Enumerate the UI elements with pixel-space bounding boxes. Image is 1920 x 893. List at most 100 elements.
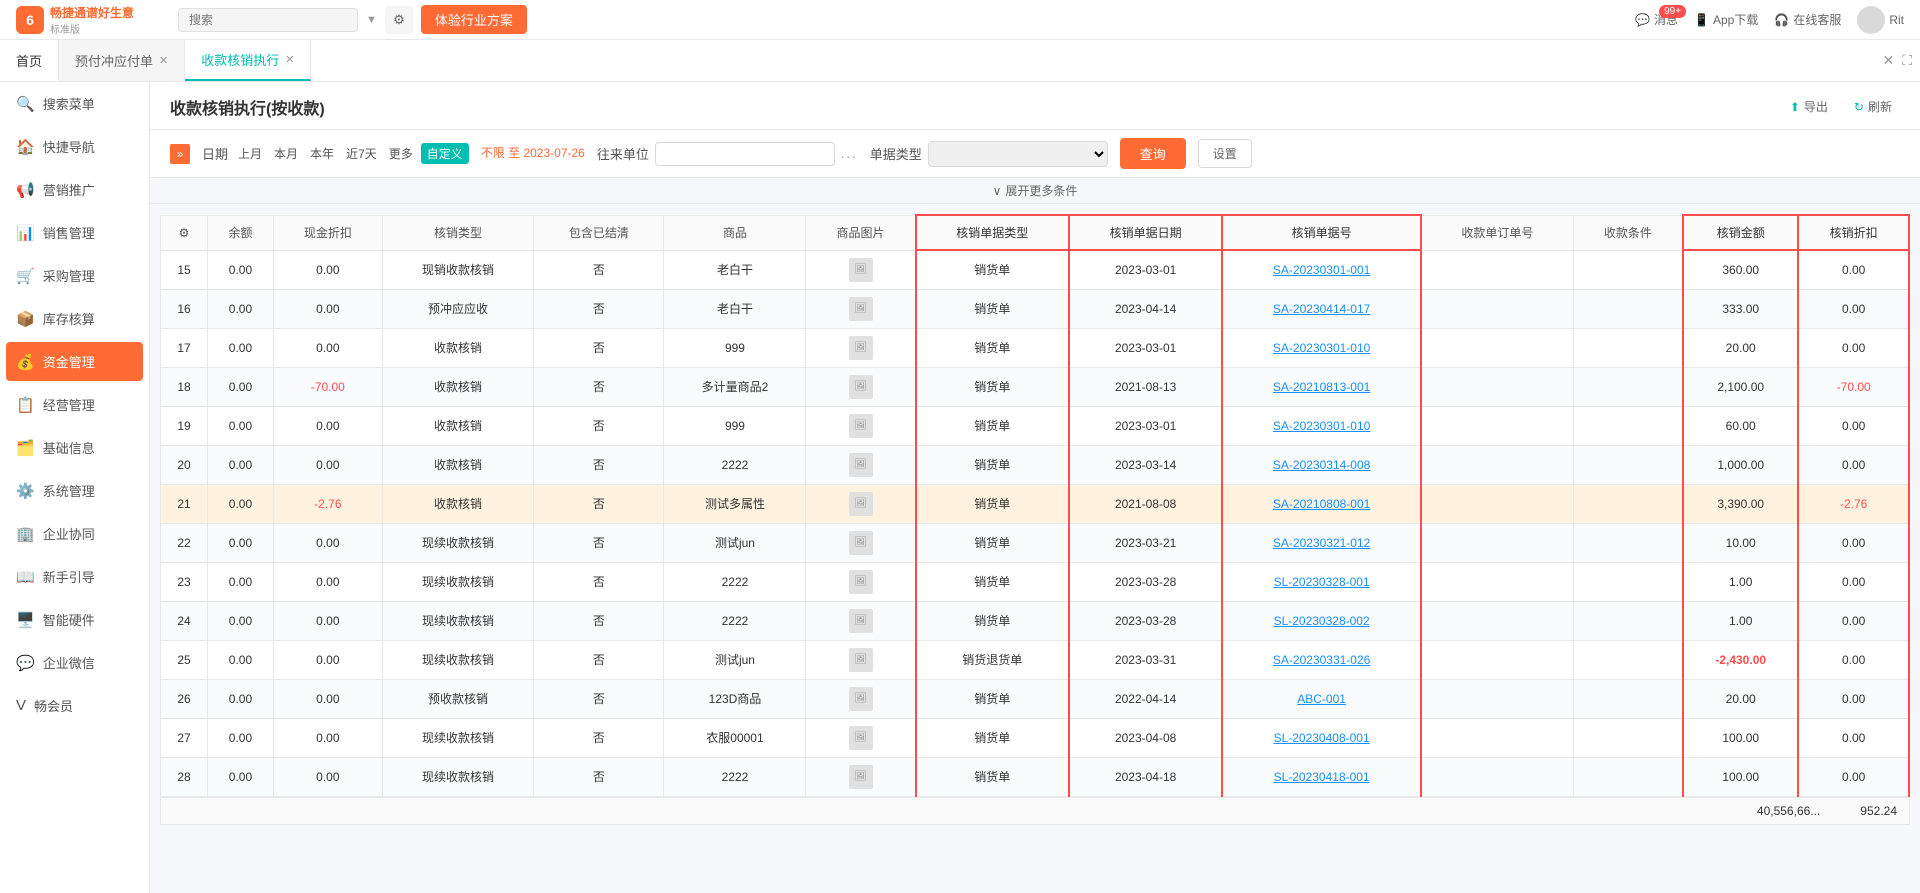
sidebar-item-purchase[interactable]: 🛒 采购管理	[0, 254, 149, 297]
sidebar-item-wechat[interactable]: 💬 企业微信	[0, 641, 149, 684]
cell-receipt-condition	[1573, 250, 1683, 289]
col-settings[interactable]: ⚙	[161, 215, 208, 250]
sidebar-item-marketing[interactable]: 📢 营销推广	[0, 168, 149, 211]
cell-verify-bill-no[interactable]: SL-20230418-001	[1222, 757, 1421, 796]
message-button[interactable]: 💬 消息 99+	[1635, 11, 1678, 28]
sidebar-item-member[interactable]: V 畅会员	[0, 684, 149, 727]
bill-no-link[interactable]: SA-20210808-001	[1273, 497, 1370, 511]
cell-product: 测试jun	[664, 640, 806, 679]
tab-home[interactable]: 首页	[0, 40, 59, 81]
cell-verify-bill-no[interactable]: SA-20210813-001	[1222, 367, 1421, 406]
bill-type-select[interactable]	[928, 141, 1108, 167]
table-wrap[interactable]: ⚙ 余额 现金折扣 核销类型 包含已结清 商品 商品图片 核销单据类型 核销单据…	[150, 204, 1920, 893]
col-product-img: 商品图片	[806, 215, 916, 250]
query-button[interactable]: 查询	[1120, 138, 1186, 169]
bill-no-link[interactable]: SA-20230301-010	[1273, 341, 1370, 355]
bill-no-link[interactable]: SL-20230408-001	[1274, 731, 1370, 745]
cell-verify-bill-date: 2023-03-01	[1069, 328, 1222, 367]
cell-verify-bill-no[interactable]: SA-20230321-012	[1222, 523, 1421, 562]
bill-no-link[interactable]: SA-20210813-001	[1273, 380, 1370, 394]
sidebar-item-quick[interactable]: 🏠 快捷导航	[0, 125, 149, 168]
megaphone-icon: 📢	[16, 181, 35, 199]
sidebar-item-sales[interactable]: 📊 销售管理	[0, 211, 149, 254]
cell-verify-amount: 3,390.00	[1683, 484, 1798, 523]
user-profile[interactable]: Rit	[1857, 6, 1904, 34]
sidebar-item-system[interactable]: ⚙️ 系统管理	[0, 469, 149, 512]
cell-verify-bill-no[interactable]: SL-20230328-001	[1222, 562, 1421, 601]
brand: 6 畅捷通谱好生意 标准版	[16, 4, 166, 36]
settings-filter-button[interactable]: 设置	[1198, 139, 1252, 168]
cell-verify-bill-no[interactable]: SA-20230301-001	[1222, 250, 1421, 289]
date-opt-7days[interactable]: 近7天	[342, 143, 381, 164]
cell-verify-amount: -2,430.00	[1683, 640, 1798, 679]
date-opt-more[interactable]: 更多	[385, 143, 417, 164]
bill-no-link[interactable]: SA-20230301-010	[1273, 419, 1370, 433]
sidebar-item-hardware[interactable]: 🖥️ 智能硬件	[0, 598, 149, 641]
online-service-button[interactable]: 🎧 在线客服	[1774, 11, 1841, 28]
cell-verify-bill-no[interactable]: ABC-001	[1222, 679, 1421, 718]
sidebar-item-operation[interactable]: 📋 经营管理	[0, 383, 149, 426]
cell-verify-bill-no[interactable]: SA-20210808-001	[1222, 484, 1421, 523]
bill-no-link[interactable]: ABC-001	[1297, 692, 1346, 706]
bill-no-link[interactable]: SA-20230331-026	[1273, 653, 1370, 667]
cell-receipt-condition	[1573, 484, 1683, 523]
tab-receipt-close[interactable]: ✕	[285, 53, 294, 66]
col-include-settled: 包含已结清	[534, 215, 664, 250]
sidebar-label-inventory: 库存核算	[43, 309, 95, 328]
industry-solution-button[interactable]: 体验行业方案	[421, 5, 527, 34]
cell-cash-discount: 0.00	[273, 640, 382, 679]
from-unit-input[interactable]	[655, 142, 835, 166]
cell-product: 2222	[664, 601, 806, 640]
sidebar-item-finance[interactable]: 💰 资金管理	[6, 342, 143, 381]
app-download-button[interactable]: 📱 App下载	[1694, 11, 1758, 28]
cell-verify-bill-no[interactable]: SL-20230328-002	[1222, 601, 1421, 640]
settings-button[interactable]: ⚙	[385, 6, 413, 34]
cell-verify-discount: 0.00	[1798, 445, 1909, 484]
tab-close-all-icon[interactable]: ✕	[1882, 52, 1894, 69]
bill-no-link[interactable]: SA-20230301-001	[1273, 263, 1370, 277]
cell-verify-bill-no[interactable]: SA-20230314-008	[1222, 445, 1421, 484]
monitor-icon: 🖥️	[16, 611, 35, 629]
cell-verify-bill-type: 销货单	[916, 250, 1069, 289]
refresh-button[interactable]: ↻ 刷新	[1846, 94, 1900, 119]
bill-no-link[interactable]: SA-20230314-008	[1273, 458, 1370, 472]
cell-product-img: 🖼	[806, 328, 916, 367]
date-opt-this-year[interactable]: 本年	[306, 143, 338, 164]
date-opt-this-month[interactable]: 本月	[270, 143, 302, 164]
table-row: 19 0.00 0.00 收款核销 否 999 🖼 销货单 2023-03-01…	[161, 406, 1910, 445]
sidebar-item-guide[interactable]: 📖 新手引导	[0, 555, 149, 598]
expand-more-row[interactable]: ∨ 展开更多条件	[150, 178, 1920, 204]
tab-expand-icon[interactable]: ⛶	[1902, 52, 1912, 69]
date-opt-last-month[interactable]: 上月	[234, 143, 266, 164]
filter-expand-button[interactable]: »	[170, 144, 190, 164]
sidebar-item-search[interactable]: 🔍 搜索菜单	[0, 82, 149, 125]
cell-verify-bill-no[interactable]: SL-20230408-001	[1222, 718, 1421, 757]
tab-prepay-close[interactable]: ✕	[159, 54, 168, 67]
cell-verify-bill-no[interactable]: SA-20230301-010	[1222, 406, 1421, 445]
cell-receipt-order-no	[1421, 250, 1573, 289]
bill-no-link[interactable]: SL-20230418-001	[1274, 770, 1370, 784]
tab-receipt[interactable]: 收款核销执行 ✕	[185, 40, 311, 81]
cell-num: 19	[161, 406, 208, 445]
bill-no-link[interactable]: SA-20230321-012	[1273, 536, 1370, 550]
cell-verify-bill-no[interactable]: SA-20230331-026	[1222, 640, 1421, 679]
bill-no-link[interactable]: SA-20230414-017	[1273, 302, 1370, 316]
cell-verify-bill-no[interactable]: SA-20230414-017	[1222, 289, 1421, 328]
cell-receipt-order-no	[1421, 640, 1573, 679]
export-button[interactable]: ⬆ 导出	[1782, 94, 1836, 119]
cell-verify-discount: 0.00	[1798, 601, 1909, 640]
bill-no-link[interactable]: SL-20230328-002	[1274, 614, 1370, 628]
cell-balance: 0.00	[207, 523, 273, 562]
sidebar-item-enterprise[interactable]: 🏢 企业协同	[0, 512, 149, 555]
tab-prepay[interactable]: 预付冲应付单 ✕	[59, 40, 185, 81]
bill-no-link[interactable]: SL-20230328-001	[1274, 575, 1370, 589]
cell-verify-bill-no[interactable]: SA-20230301-010	[1222, 328, 1421, 367]
cell-product-img: 🖼	[806, 640, 916, 679]
expand-more-button[interactable]: ∨ 展开更多条件	[993, 182, 1078, 199]
cell-receipt-condition	[1573, 523, 1683, 562]
top-search-input[interactable]	[178, 8, 358, 32]
date-opt-custom[interactable]: 自定义	[421, 143, 469, 164]
col-cash-discount: 现金折扣	[273, 215, 382, 250]
sidebar-item-basic[interactable]: 🗂️ 基础信息	[0, 426, 149, 469]
sidebar-item-inventory[interactable]: 📦 库存核算	[0, 297, 149, 340]
